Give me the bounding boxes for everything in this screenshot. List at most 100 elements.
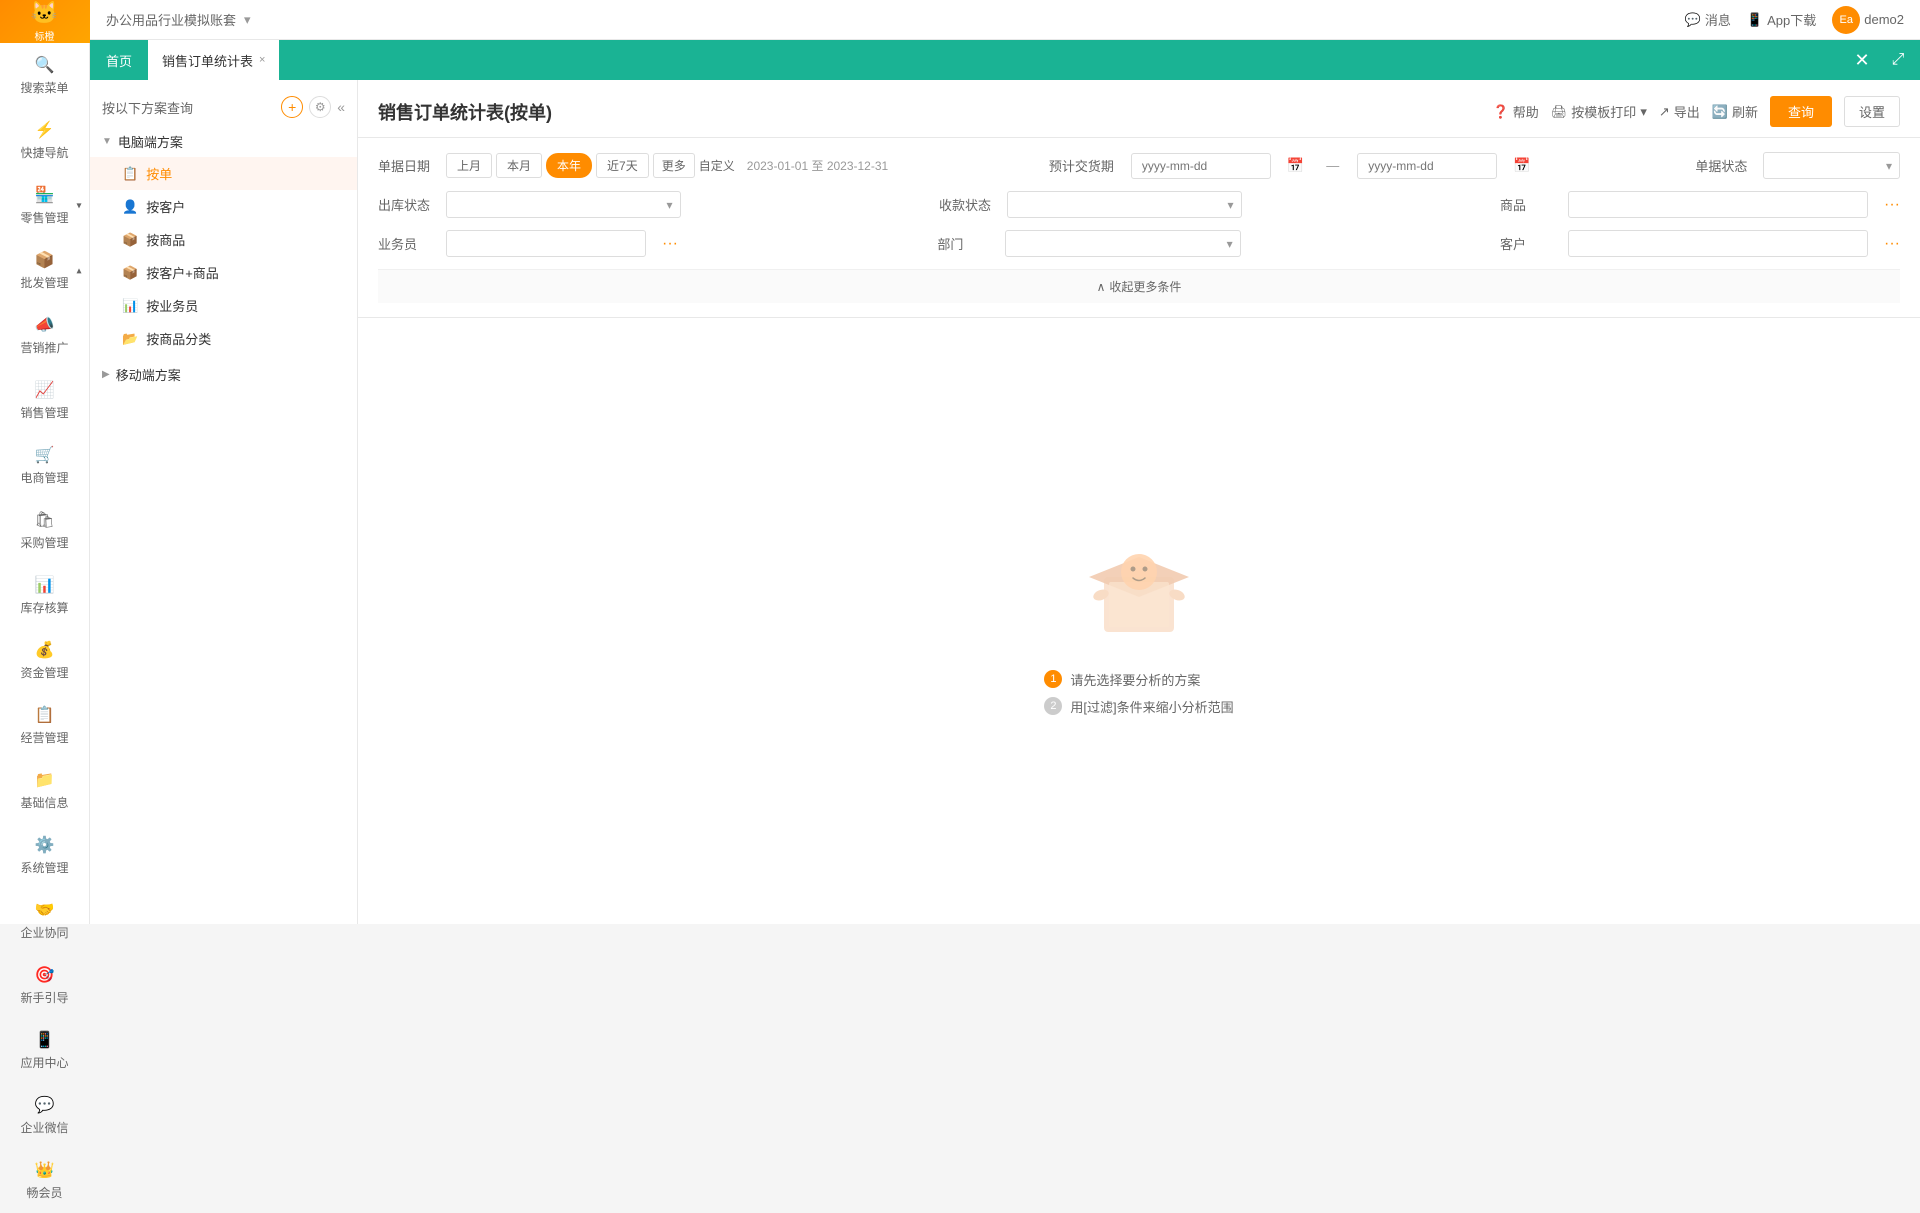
product-dots-button[interactable]: ···: [1884, 196, 1900, 214]
collapse-icon: ∧: [1097, 280, 1106, 294]
payment-status-label: 收款状态: [939, 195, 995, 214]
scheme-settings-button[interactable]: ⚙: [309, 96, 331, 118]
purchase-icon: 🛍: [34, 510, 54, 530]
product-label: 商品: [1500, 195, 1556, 214]
department-label: 部门: [937, 234, 993, 253]
sidebar-item-app-center[interactable]: 📱 应用中心: [0, 1018, 90, 1083]
status-select[interactable]: [1763, 152, 1900, 179]
payment-status-select-wrap: ▾: [1007, 191, 1242, 218]
date-btn-this-month[interactable]: 本月: [496, 153, 542, 178]
calendar-start-icon[interactable]: 📅: [1287, 157, 1304, 174]
sidebar-item-wholesale[interactable]: 📦 批发管理 ▴: [0, 238, 90, 303]
app-logo[interactable]: 🐱 标橙: [0, 0, 90, 43]
department-select[interactable]: [1005, 230, 1240, 257]
date-btn-more[interactable]: 更多: [653, 153, 695, 178]
by-salesperson-icon: 📊: [122, 298, 138, 314]
sidebar-item-newbie[interactable]: 🎯 新手引导: [0, 953, 90, 1018]
app-download-button[interactable]: 📱 App下载: [1747, 10, 1816, 29]
tab-close-icon[interactable]: ×: [259, 54, 265, 66]
sidebar-item-member[interactable]: 👑 畅会员: [0, 1148, 90, 1213]
sidebar-item-operation[interactable]: 📋 经营管理: [0, 693, 90, 758]
product-input[interactable]: [1568, 191, 1868, 218]
refresh-button[interactable]: 🔄 刷新: [1712, 102, 1758, 121]
empty-illustration: [1079, 527, 1199, 650]
query-button[interactable]: 查询: [1770, 96, 1832, 127]
export-icon: ↗: [1659, 104, 1670, 120]
header-title-area: 办公用品行业模拟账套 ▾: [106, 10, 251, 29]
logo-icon: 🐱: [31, 0, 58, 26]
sidebar-item-ecommerce[interactable]: 🛒 电商管理: [0, 433, 90, 498]
scheme-by-category[interactable]: 📂 按商品分类: [90, 322, 357, 355]
tab-home[interactable]: 首页: [90, 40, 148, 80]
status-select-wrap: ▾: [1763, 152, 1900, 179]
expected-date-start-input[interactable]: [1131, 153, 1271, 179]
desktop-schemes-label: 电脑端方案: [118, 132, 183, 151]
calendar-end-icon[interactable]: 📅: [1513, 157, 1530, 174]
sidebar-item-basic[interactable]: 📁 基础信息: [0, 758, 90, 823]
salesperson-dots-button[interactable]: ···: [662, 235, 678, 253]
desktop-schemes-header[interactable]: ▼ 电脑端方案: [90, 126, 357, 157]
date-btn-last-month[interactable]: 上月: [446, 153, 492, 178]
add-scheme-button[interactable]: +: [281, 96, 303, 118]
system-icon: ⚙️: [35, 835, 55, 855]
print-button[interactable]: 🖨 按模板打印 ▾: [1551, 102, 1647, 121]
salesperson-input[interactable]: [446, 230, 646, 257]
message-button[interactable]: 💬 消息: [1685, 10, 1731, 29]
scheme-by-salesperson[interactable]: 📊 按业务员: [90, 289, 357, 322]
sidebar-item-search[interactable]: 🔍 搜索菜单: [0, 43, 90, 108]
customer-input[interactable]: [1568, 230, 1868, 257]
by-order-icon: 📋: [122, 166, 138, 182]
scheme-by-product[interactable]: 📦 按商品: [90, 223, 357, 256]
scheme-by-customer[interactable]: 👤 按客户: [90, 190, 357, 223]
marketing-icon: 📣: [35, 315, 55, 335]
retail-icon: 🏪: [35, 185, 55, 205]
user-profile[interactable]: Ea demo2: [1832, 6, 1904, 34]
left-panel-title: 按以下方案查询: [102, 98, 193, 117]
date-btn-custom[interactable]: 自定义: [699, 157, 735, 174]
header-right-actions: 💬 消息 📱 App下载 Ea demo2: [1685, 6, 1904, 34]
sidebar-item-finance[interactable]: 💰 资金管理: [0, 628, 90, 693]
message-icon: 💬: [1685, 12, 1701, 28]
print-icon: 🖨: [1551, 104, 1568, 120]
sidebar-item-wechat[interactable]: 💬 企业微信: [0, 1083, 90, 1148]
scheme-by-order[interactable]: 📋 按单: [90, 157, 357, 190]
filter-row-3: 业务员 ··· 部门 ▾ 客户 ···: [378, 230, 1900, 257]
panel-collapse-button[interactable]: «: [337, 99, 345, 115]
window-close-button[interactable]: ✕: [1848, 46, 1876, 74]
sidebar-item-quick-nav[interactable]: ⚡ 快捷导航: [0, 108, 90, 173]
sidebar-item-enterprise[interactable]: 🤝 企业协同: [0, 888, 90, 953]
payment-status-select[interactable]: [1007, 191, 1242, 218]
tab-sales-order-stats[interactable]: 销售订单统计表 ×: [148, 40, 279, 80]
customer-label: 客户: [1500, 234, 1556, 253]
header-dropdown-icon[interactable]: ▾: [244, 12, 251, 28]
export-button[interactable]: ↗ 导出: [1659, 102, 1700, 121]
sidebar-item-retail[interactable]: 🏪 零售管理 ▾: [0, 173, 90, 238]
collapse-filters-button[interactable]: ∧ 收起更多条件: [378, 269, 1900, 303]
expected-date-label: 预计交货期: [1049, 156, 1119, 175]
tip-num-2: 2: [1044, 697, 1062, 715]
scheme-by-customer-product[interactable]: 📦 按客户+商品: [90, 256, 357, 289]
help-button[interactable]: ❓ 帮助: [1493, 102, 1539, 121]
sidebar-item-purchase[interactable]: 🛍 采购管理: [0, 498, 90, 563]
page-header: 销售订单统计表(按单) ❓ 帮助 🖨 按模板打印 ▾ ↗ 导出: [358, 80, 1920, 138]
date-btn-7days[interactable]: 近7天: [596, 153, 649, 178]
customer-dots-button[interactable]: ···: [1884, 235, 1900, 253]
page-title: 销售订单统计表(按单): [378, 99, 552, 125]
member-icon: 👑: [35, 1160, 55, 1180]
tab-window-actions: ✕ ⤢: [1840, 46, 1920, 74]
window-maximize-button[interactable]: ⤢: [1884, 46, 1912, 74]
sidebar-item-system[interactable]: ⚙️ 系统管理: [0, 823, 90, 888]
app-center-icon: 📱: [35, 1030, 55, 1050]
settings-button[interactable]: 设置: [1844, 96, 1900, 127]
help-icon: ❓: [1493, 104, 1509, 120]
newbie-icon: 🎯: [35, 965, 55, 985]
desktop-schemes-arrow: ▼: [102, 136, 112, 147]
date-btn-this-year[interactable]: 本年: [546, 153, 592, 178]
sidebar-item-inventory[interactable]: 📊 库存核算: [0, 563, 90, 628]
sidebar-item-sales[interactable]: 📈 销售管理: [0, 368, 90, 433]
retail-arrow-icon: ▾: [76, 200, 81, 211]
sidebar-item-marketing[interactable]: 📣 营销推广: [0, 303, 90, 368]
delivery-status-select[interactable]: [446, 191, 681, 218]
expected-date-end-input[interactable]: [1357, 153, 1497, 179]
mobile-schemes-header[interactable]: ▶ 移动端方案: [90, 359, 357, 390]
